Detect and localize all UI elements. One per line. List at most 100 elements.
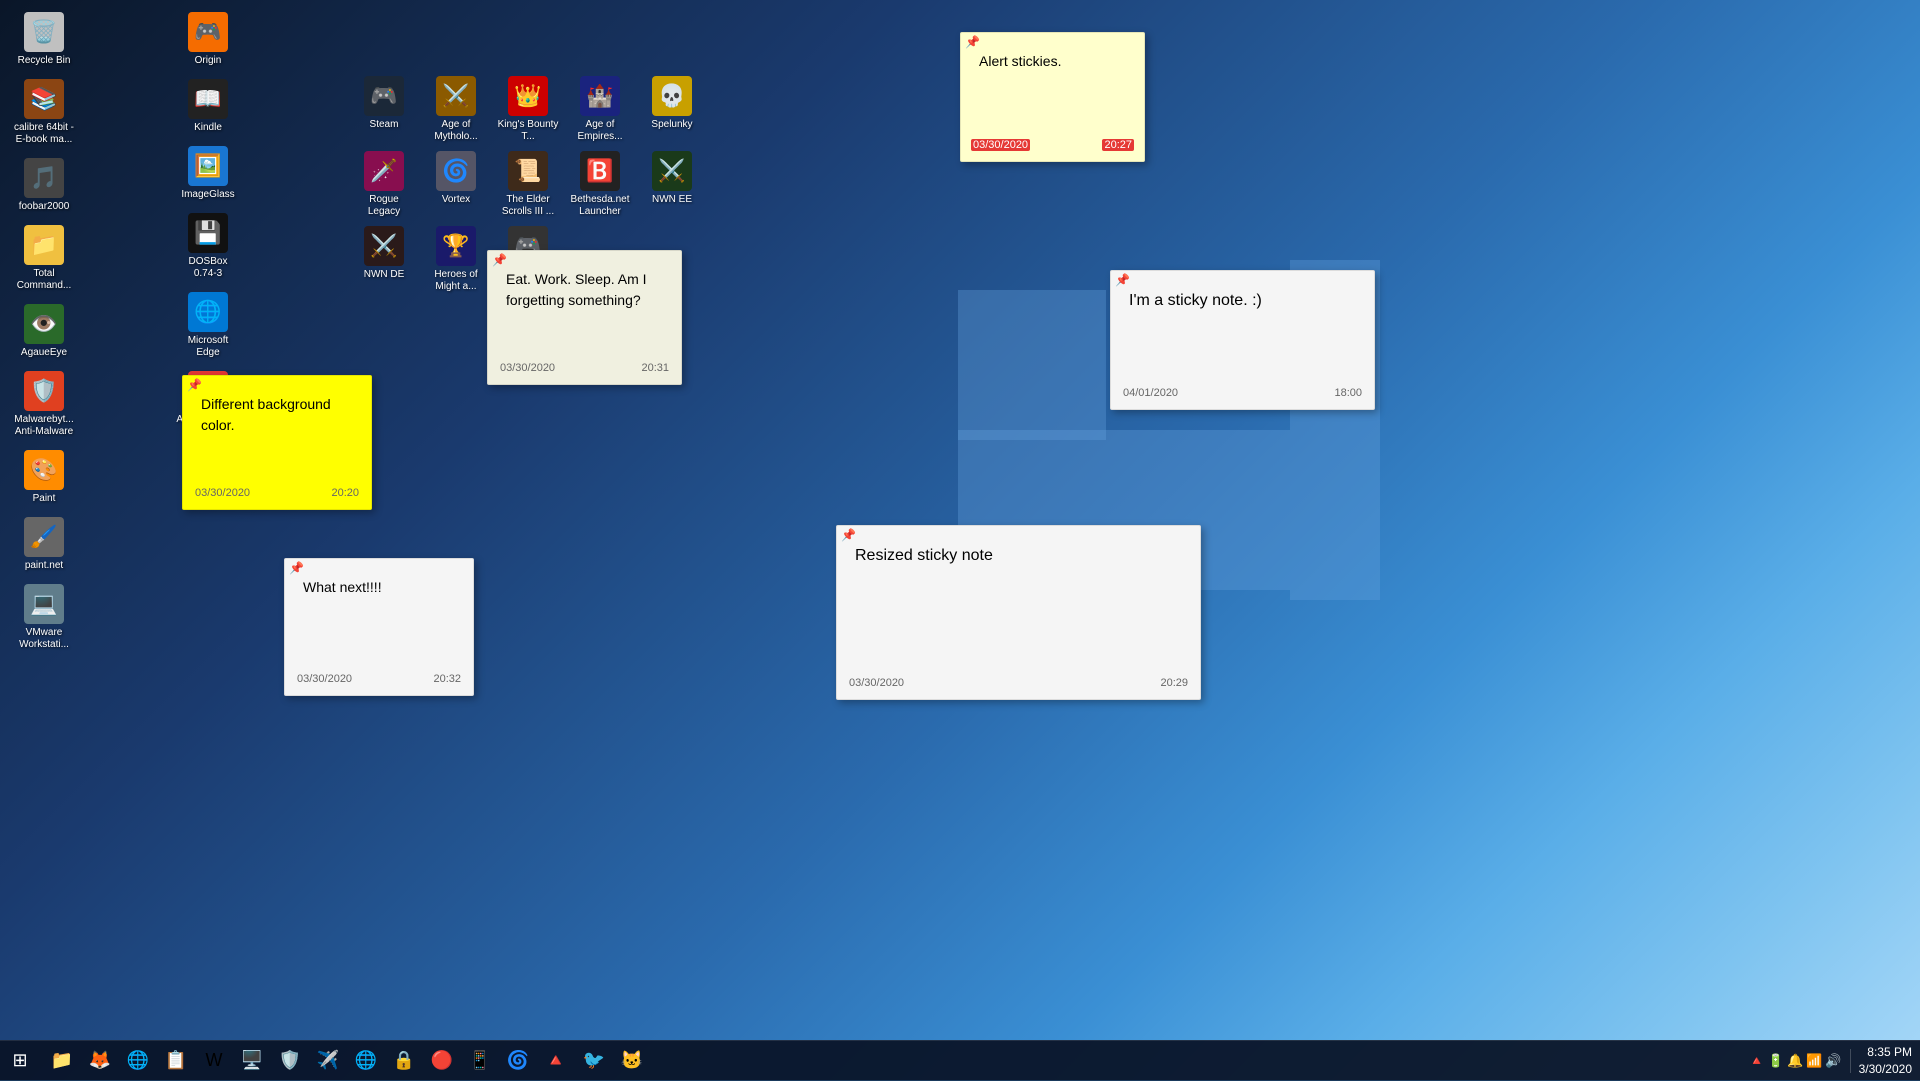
icon-image-age-empires: 🏰	[580, 76, 620, 116]
taskbar-icon-telegram[interactable]: ✈️	[310, 1043, 346, 1079]
taskbar-icon-vlc[interactable]: 🔺	[538, 1043, 574, 1079]
desktop-icon-age-mythology[interactable]: ⚔️ Age of Mytholo...	[420, 72, 492, 147]
sticky-note-alert-note[interactable]: 📌 Alert stickies. 03/30/2020 20:27	[960, 32, 1145, 162]
taskbar-icon-ie[interactable]: 🌐	[120, 1043, 156, 1079]
desktop-icon-vmware[interactable]: 💻 VMware Workstati...	[8, 580, 80, 655]
taskbar-icon-firefox[interactable]: 🦊	[82, 1043, 118, 1079]
taskbar-icon-app7[interactable]: 🐦	[576, 1043, 612, 1079]
note-pin-eat-work-sleep: 📌	[492, 253, 507, 267]
desktop-icon-total-commander[interactable]: 📁 Total Command...	[8, 221, 80, 296]
desktop-icon-recycle-bin[interactable]: 🗑️ Recycle Bin	[8, 8, 80, 71]
note-content-what-next: What next!!!!	[295, 569, 463, 669]
desktop-icon-imageglass[interactable]: 🖼️ ImageGlass	[172, 142, 244, 205]
icon-label-imageglass: ImageGlass	[181, 189, 234, 201]
note-time-resized-note: 20:29	[1158, 677, 1190, 689]
icon-image-agaueeye: 👁️	[24, 304, 64, 344]
sticky-note-im-sticky[interactable]: 📌 I'm a sticky note. :) 04/01/2020 18:00	[1110, 270, 1375, 410]
taskbar-icon-app4[interactable]: 🔒	[386, 1043, 422, 1079]
icon-label-recycle-bin: Recycle Bin	[18, 55, 71, 67]
icon-image-calibre: 📚	[24, 79, 64, 119]
tray-icon-4: 📶	[1806, 1053, 1822, 1069]
taskbar-icon-word[interactable]: W	[196, 1043, 232, 1079]
desktop-icon-calibre[interactable]: 📚 calibre 64bit - E-book ma...	[8, 75, 80, 150]
icon-image-steam: 🎮	[364, 76, 404, 116]
desktop-icon-paintnet[interactable]: 🖌️ paint.net	[8, 513, 80, 576]
desktop-icon-kindle[interactable]: 📖 Kindle	[172, 75, 244, 138]
icon-image-age-mythology: ⚔️	[436, 76, 476, 116]
desktop-icon-foobar2000[interactable]: 🎵 foobar2000	[8, 154, 80, 217]
start-button[interactable]: ⊞	[0, 1041, 40, 1081]
taskbar-icon-app6[interactable]: 🌀	[500, 1043, 536, 1079]
note-date-what-next: 03/30/2020	[295, 673, 354, 685]
icon-label-spelunky: Spelunky	[651, 119, 692, 131]
icon-label-steam: Steam	[370, 119, 399, 131]
note-date-different-bg: 03/30/2020	[193, 487, 252, 499]
icon-label-malwarebytes: Malwarebyt... Anti-Malware	[12, 414, 76, 438]
icon-label-paintnet: paint.net	[25, 560, 63, 572]
taskbar-icon-app1[interactable]: 📋	[158, 1043, 194, 1079]
desktop-icon-steam[interactable]: 🎮 Steam	[348, 72, 420, 147]
desktop-icon-spelunky[interactable]: 💀 Spelunky	[636, 72, 708, 147]
taskbar: ⊞ 📁🦊🌐📋W🖥️🛡️✈️🌐🔒🔴📱🌀🔺🐦🐱 🔺 🔋 🔔 📶 🔊 8:35 PM …	[0, 1040, 1920, 1080]
icon-image-elder-scrolls: 📜	[508, 151, 548, 191]
desktop-icon-nwn-de[interactable]: ⚔️ NWN DE	[348, 222, 420, 297]
desktop-icon-kings-bounty[interactable]: 👑 King's Bounty T...	[492, 72, 564, 147]
taskbar-icon-app5[interactable]: 📱	[462, 1043, 498, 1079]
icon-label-heroes-might: Heroes of Might a...	[424, 269, 488, 293]
icon-image-dosbox: 💾	[188, 213, 228, 253]
note-pin-resized-note: 📌	[841, 528, 856, 542]
desktop-icon-vortex[interactable]: 🌀 Vortex	[420, 147, 492, 222]
icon-label-microsoft-edge: Microsoft Edge	[176, 335, 240, 359]
note-footer-what-next: 03/30/2020 20:32	[295, 669, 463, 685]
icon-image-paintnet: 🖌️	[24, 517, 64, 557]
icon-image-recycle-bin: 🗑️	[24, 12, 64, 52]
taskbar-icon-app8[interactable]: 🐱	[614, 1043, 650, 1079]
note-time-eat-work-sleep: 20:31	[639, 362, 671, 374]
sticky-note-eat-work-sleep[interactable]: 📌 Eat. Work. Sleep. Am I forgetting some…	[487, 250, 682, 385]
desktop-icon-dosbox[interactable]: 💾 DOSBox 0.74-3	[172, 209, 244, 284]
icon-label-bethesda-launcher: Bethesda.net Launcher	[568, 194, 632, 218]
icon-image-origin: 🎮	[188, 12, 228, 52]
icon-label-rogue-legacy: Rogue Legacy	[352, 194, 416, 218]
taskbar-icon-edge-tb[interactable]: 🌐	[348, 1043, 384, 1079]
taskbar-clock[interactable]: 8:35 PM 3/30/2020	[1859, 1044, 1912, 1078]
desktop-icon-microsoft-edge[interactable]: 🌐 Microsoft Edge	[172, 288, 244, 363]
sticky-note-different-bg[interactable]: 📌 Different background color. 03/30/2020…	[182, 375, 372, 510]
desktop-icon-rogue-legacy[interactable]: 🗡️ Rogue Legacy	[348, 147, 420, 222]
icon-label-foobar2000: foobar2000	[19, 201, 70, 213]
icon-image-nwn-de: ⚔️	[364, 226, 404, 266]
desktop-icon-elder-scrolls[interactable]: 📜 The Elder Scrolls III ...	[492, 147, 564, 222]
desktop-icon-origin[interactable]: 🎮 Origin	[172, 8, 244, 71]
taskbar-icon-file-explorer[interactable]: 📁	[44, 1043, 80, 1079]
note-date-resized-note: 03/30/2020	[847, 677, 906, 689]
icon-label-age-empires: Age of Empires...	[568, 119, 632, 143]
note-time-different-bg: 20:20	[329, 487, 361, 499]
taskbar-icon-app3[interactable]: 🛡️	[272, 1043, 308, 1079]
desktop-icon-bethesda-launcher[interactable]: 🅱️ Bethesda.net Launcher	[564, 147, 636, 222]
note-footer-different-bg: 03/30/2020 20:20	[193, 483, 361, 499]
desktop-icon-nwn-ee[interactable]: ⚔️ NWN EE	[636, 147, 708, 222]
icon-label-total-commander: Total Command...	[12, 268, 76, 292]
desktop-icon-age-empires[interactable]: 🏰 Age of Empires...	[564, 72, 636, 147]
desktop-icon-malwarebytes[interactable]: 🛡️ Malwarebyt... Anti-Malware	[8, 367, 80, 442]
icon-label-kindle: Kindle	[194, 122, 222, 134]
taskbar-icon-app2[interactable]: 🖥️	[234, 1043, 270, 1079]
desktop-icon-agaueeye[interactable]: 👁️ AgaueEye	[8, 300, 80, 363]
sticky-note-resized-note[interactable]: 📌 Resized sticky note 03/30/2020 20:29	[836, 525, 1201, 700]
clock-date: 3/30/2020	[1859, 1061, 1912, 1078]
icon-label-origin: Origin	[195, 55, 222, 67]
taskbar-icon-chrome[interactable]: 🔴	[424, 1043, 460, 1079]
note-pin-what-next: 📌	[289, 561, 304, 575]
icon-label-calibre: calibre 64bit - E-book ma...	[12, 122, 76, 146]
note-date-eat-work-sleep: 03/30/2020	[498, 362, 557, 374]
desktop-icon-heroes-might[interactable]: 🏆 Heroes of Might a...	[420, 222, 492, 297]
sticky-note-what-next[interactable]: 📌 What next!!!! 03/30/2020 20:32	[284, 558, 474, 696]
note-pin-alert-note: 📌	[965, 35, 980, 49]
icon-label-nwn-ee: NWN EE	[652, 194, 692, 206]
desktop-icon-paint[interactable]: 🎨 Paint	[8, 446, 80, 509]
icon-image-spelunky: 💀	[652, 76, 692, 116]
icon-label-agaueeye: AgaueEye	[21, 347, 67, 359]
icon-image-bethesda-launcher: 🅱️	[580, 151, 620, 191]
note-content-different-bg: Different background color.	[193, 386, 361, 483]
icon-label-vmware: VMware Workstati...	[12, 627, 76, 651]
